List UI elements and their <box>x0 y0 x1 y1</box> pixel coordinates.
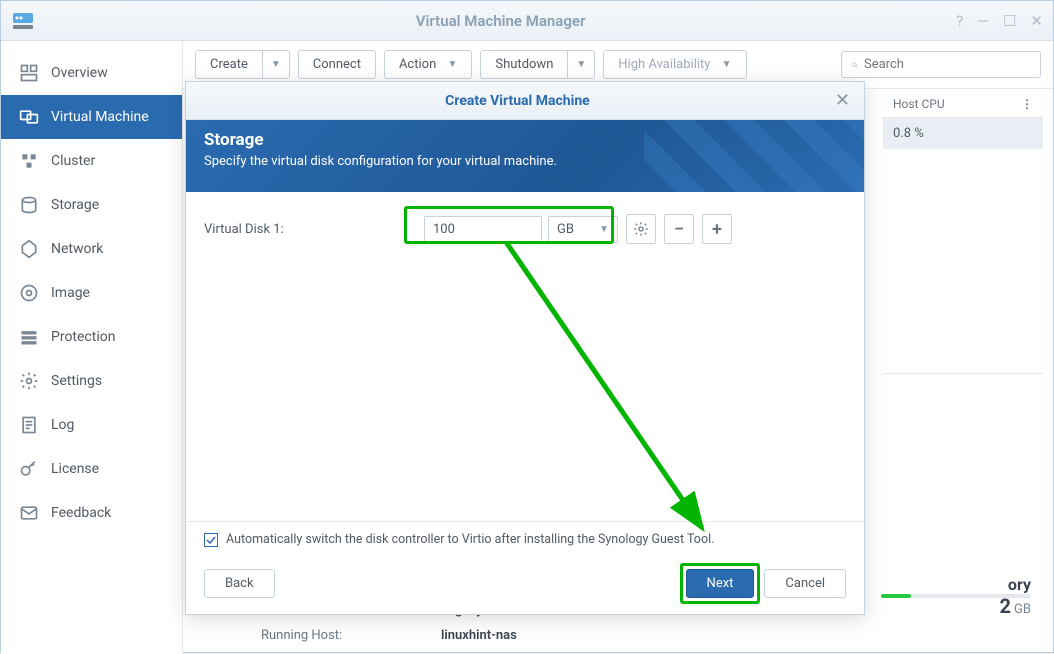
chevron-down-icon: ▼ <box>599 224 609 235</box>
sidebar-item-label: Log <box>51 417 74 433</box>
license-icon <box>19 459 39 479</box>
running-host-value: linuxhint-nas <box>441 628 517 643</box>
sidebar-item-label: Feedback <box>51 505 111 521</box>
sidebar-item-label: Settings <box>51 373 102 389</box>
sidebar-item-network[interactable]: Network <box>1 227 182 271</box>
modal-title: Create Virtual Machine <box>200 93 835 109</box>
search-field[interactable] <box>864 57 1030 72</box>
sidebar-item-label: Storage <box>51 197 99 213</box>
virtual-disk-size-input[interactable] <box>424 216 542 243</box>
window-title: Virtual Machine Manager <box>45 12 956 30</box>
next-button[interactable]: Next <box>686 569 755 598</box>
vm-icon <box>19 107 39 127</box>
sidebar-item-label: Image <box>51 285 90 301</box>
gear-icon <box>19 371 39 391</box>
sidebar-item-feedback[interactable]: Feedback <box>1 491 182 535</box>
banner-title: Storage <box>204 130 846 150</box>
search-icon <box>852 58 858 72</box>
modal-banner: Storage Specify the virtual disk configu… <box>186 120 864 192</box>
sidebar: Overview Virtual Machine Cluster Storage… <box>1 41 183 654</box>
maximize-icon[interactable]: ☐ <box>1003 12 1016 30</box>
virtual-disk-unit-select[interactable]: GB▼ <box>548 216 618 243</box>
create-dropdown[interactable]: ▼ <box>262 50 290 79</box>
host-cpu-label: Host CPU <box>893 97 945 111</box>
shutdown-dropdown[interactable]: ▼ <box>567 50 595 79</box>
sidebar-item-label: Protection <box>51 329 115 345</box>
virtio-checkbox-label: Automatically switch the disk controller… <box>226 532 714 547</box>
shutdown-button[interactable]: Shutdown <box>480 50 567 79</box>
overview-icon <box>19 63 39 83</box>
sidebar-item-label: Network <box>51 241 103 257</box>
feedback-icon <box>19 503 39 523</box>
sidebar-item-settings[interactable]: Settings <box>1 359 182 403</box>
protection-icon <box>19 327 39 347</box>
sidebar-item-label: Virtual Machine <box>51 109 149 125</box>
network-icon <box>19 239 39 259</box>
sidebar-item-label: Cluster <box>51 153 95 169</box>
sidebar-item-protection[interactable]: Protection <box>1 315 182 359</box>
cancel-button[interactable]: Cancel <box>764 569 846 598</box>
annotation-arrow <box>502 238 732 534</box>
high-availability-button[interactable]: High Availability ▼ <box>603 50 746 79</box>
action-button[interactable]: Action ▼ <box>384 50 472 79</box>
column-menu-icon[interactable]: ⋮ <box>1021 97 1033 111</box>
sidebar-item-cluster[interactable]: Cluster <box>1 139 182 183</box>
sidebar-item-storage[interactable]: Storage <box>1 183 182 227</box>
help-icon[interactable]: ? <box>956 12 963 30</box>
sidebar-item-license[interactable]: License <box>1 447 182 491</box>
minimize-icon[interactable]: — <box>977 12 989 30</box>
gear-icon <box>633 221 649 237</box>
sidebar-item-label: License <box>51 461 99 477</box>
host-cpu-panel: Host CPU ⋮ 0.8 % <box>883 91 1043 374</box>
create-button[interactable]: Create <box>195 50 262 79</box>
running-host-label: Running Host: <box>261 628 441 643</box>
virtio-checkbox[interactable] <box>204 533 218 547</box>
memory-progress <box>881 594 1031 598</box>
sidebar-item-overview[interactable]: Overview <box>1 51 182 95</box>
connect-button[interactable]: Connect <box>298 50 376 79</box>
check-icon <box>205 534 217 546</box>
remove-disk-button[interactable]: − <box>664 214 694 244</box>
image-icon <box>19 283 39 303</box>
log-icon <box>19 415 39 435</box>
storage-icon <box>19 195 39 215</box>
virtual-disk-label: Virtual Disk 1: <box>204 222 424 237</box>
search-input[interactable] <box>841 51 1041 78</box>
back-button[interactable]: Back <box>204 569 275 598</box>
close-window-icon[interactable]: ✕ <box>1030 12 1043 30</box>
disk-settings-button[interactable] <box>626 214 656 244</box>
app-icon <box>11 9 35 33</box>
sidebar-item-virtual-machine[interactable]: Virtual Machine <box>1 95 182 139</box>
host-cpu-value: 0.8 % <box>883 118 1043 149</box>
sidebar-item-image[interactable]: Image <box>1 271 182 315</box>
close-icon[interactable]: ✕ <box>835 90 850 111</box>
titlebar: Virtual Machine Manager ? — ☐ ✕ <box>1 1 1053 41</box>
banner-subtitle: Specify the virtual disk configuration f… <box>204 154 846 169</box>
sidebar-item-log[interactable]: Log <box>1 403 182 447</box>
create-vm-modal: Create Virtual Machine ✕ Storage Specify… <box>185 81 865 615</box>
cluster-icon <box>19 151 39 171</box>
add-disk-button[interactable]: + <box>702 214 732 244</box>
sidebar-item-label: Overview <box>51 65 108 81</box>
